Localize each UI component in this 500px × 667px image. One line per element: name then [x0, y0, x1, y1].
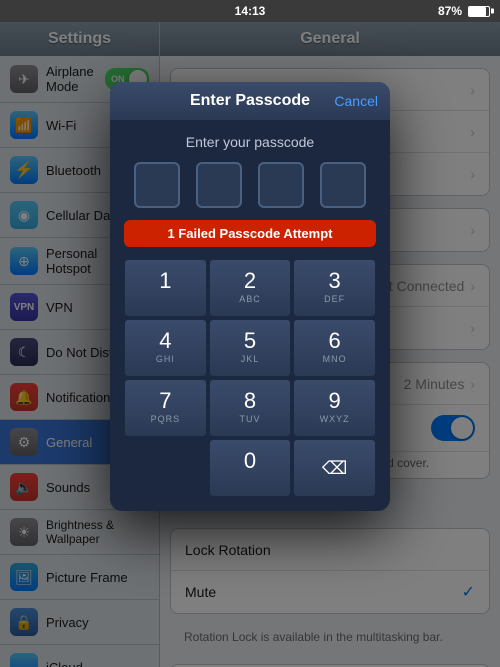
- numpad-2-main: 2: [216, 270, 285, 292]
- numpad-9[interactable]: 9 WXYZ: [293, 379, 376, 437]
- modal-header: Enter Passcode Cancel: [110, 82, 390, 120]
- status-time: 14:13: [235, 4, 266, 18]
- numpad-8[interactable]: 8 TUV: [209, 379, 292, 437]
- status-right: 87%: [438, 4, 490, 18]
- numpad-7-main: 7: [131, 390, 200, 412]
- numpad-9-sub: WXYZ: [300, 414, 369, 426]
- passcode-dot-3: [258, 162, 304, 208]
- numpad-0-main: 0: [216, 450, 285, 472]
- numpad-2-sub: ABC: [216, 294, 285, 306]
- battery-percentage: 87%: [438, 4, 462, 18]
- numpad-empty: [124, 439, 207, 497]
- numpad-2[interactable]: 2 ABC: [209, 259, 292, 317]
- passcode-dot-4: [320, 162, 366, 208]
- numpad-3[interactable]: 3 DEF: [293, 259, 376, 317]
- modal-overlay: Enter Passcode Cancel Enter your passcod…: [0, 22, 500, 667]
- passcode-dots: [124, 162, 376, 208]
- passcode-dot-2: [196, 162, 242, 208]
- numpad-7-sub: PQRS: [131, 414, 200, 426]
- battery-fill: [469, 7, 486, 16]
- numpad-3-main: 3: [300, 270, 369, 292]
- modal-title: Enter Passcode: [190, 92, 310, 110]
- numpad-1[interactable]: 1: [124, 259, 207, 317]
- error-badge: 1 Failed Passcode Attempt: [124, 220, 376, 247]
- numpad-5-sub: JKL: [216, 354, 285, 366]
- passcode-dot-1: [134, 162, 180, 208]
- delete-icon: ⌫: [322, 458, 347, 479]
- numpad-6-sub: MNO: [300, 354, 369, 366]
- numpad-6[interactable]: 6 MNO: [293, 319, 376, 377]
- numpad-1-main: 1: [131, 270, 200, 292]
- numpad-3-sub: DEF: [300, 294, 369, 306]
- battery-icon: [468, 6, 490, 17]
- numpad-delete[interactable]: ⌫: [293, 439, 376, 497]
- numpad-7[interactable]: 7 PQRS: [124, 379, 207, 437]
- numpad-6-main: 6: [300, 330, 369, 352]
- numpad-4[interactable]: 4 GHI: [124, 319, 207, 377]
- modal-body: Enter your passcode 1 Failed Passcode At…: [110, 120, 390, 511]
- numpad-5[interactable]: 5 JKL: [209, 319, 292, 377]
- numpad-4-main: 4: [131, 330, 200, 352]
- numpad-zero-row: 0 ⌫: [124, 439, 376, 497]
- modal-cancel-button[interactable]: Cancel: [334, 93, 378, 109]
- status-bar: 14:13 87%: [0, 0, 500, 22]
- numpad-8-main: 8: [216, 390, 285, 412]
- modal-prompt: Enter your passcode: [124, 134, 376, 150]
- numpad-0-sub: [216, 474, 285, 486]
- numpad: 1 2 ABC 3 DEF 4 GHI 5 JKL: [124, 259, 376, 437]
- numpad-5-main: 5: [216, 330, 285, 352]
- numpad-0[interactable]: 0: [209, 439, 292, 497]
- numpad-1-sub: [131, 294, 200, 306]
- numpad-8-sub: TUV: [216, 414, 285, 426]
- passcode-modal: Enter Passcode Cancel Enter your passcod…: [110, 82, 390, 511]
- numpad-4-sub: GHI: [131, 354, 200, 366]
- numpad-9-main: 9: [300, 390, 369, 412]
